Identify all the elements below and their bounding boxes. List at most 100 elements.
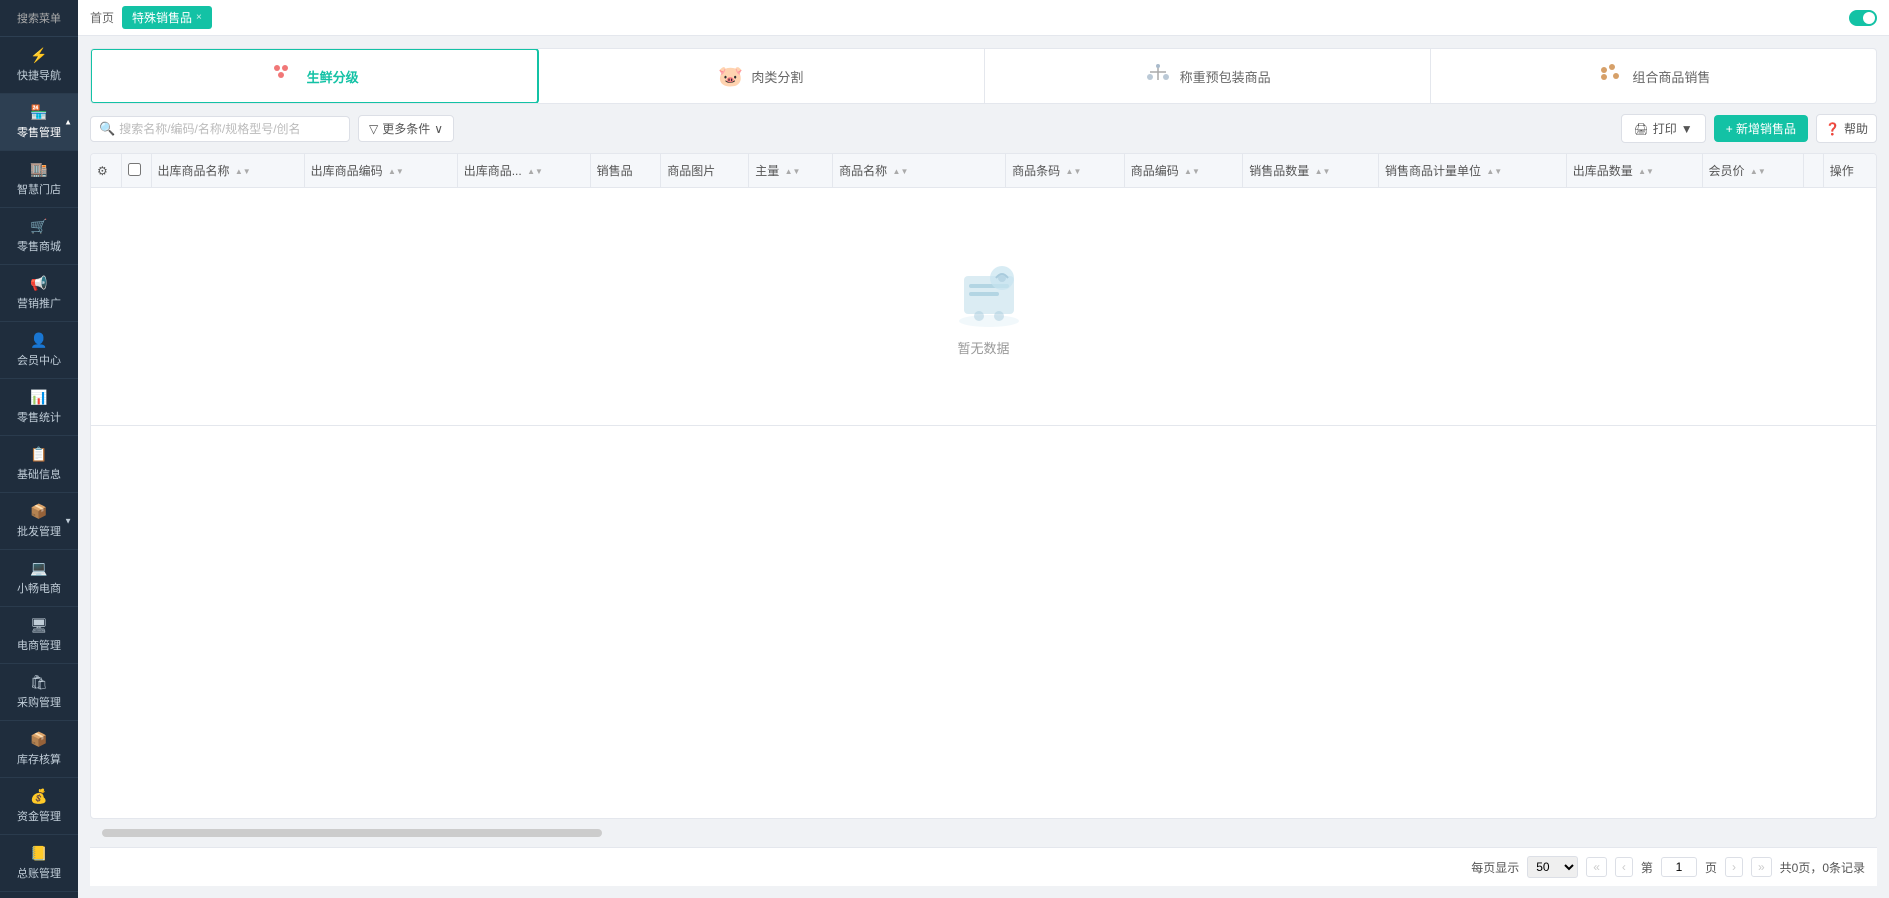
select-all-checkbox[interactable] bbox=[128, 163, 141, 176]
scrollbar-thumb[interactable] bbox=[102, 829, 602, 837]
sidebar-item-label: 基础信息 bbox=[17, 466, 61, 482]
th-sales-product[interactable]: 销售品 bbox=[590, 154, 661, 188]
per-page-select[interactable]: 50 10 20 100 bbox=[1527, 856, 1578, 878]
topbar-tab-label: 特殊销售品 bbox=[132, 9, 192, 26]
sidebar-item-inventory[interactable]: 📦 库存核算 bbox=[0, 721, 78, 778]
retail-mall-icon: 🛒 bbox=[30, 218, 47, 235]
tab-fresh-grade[interactable]: 生鲜分级 bbox=[90, 48, 539, 104]
sidebar-item-finance[interactable]: 💰 资金管理 bbox=[0, 778, 78, 835]
sidebar-item-label: 库存核算 bbox=[17, 751, 61, 767]
chevron-down-icon: ∨ bbox=[434, 122, 443, 136]
sidebar-item-wholesale[interactable]: 📦 批发管理 bbox=[0, 493, 78, 550]
th-main-weight[interactable]: 主量 ▲▼ bbox=[749, 154, 833, 188]
sidebar-item-label: 小畅电商 bbox=[17, 580, 61, 596]
toggle-switch[interactable] bbox=[1849, 10, 1877, 26]
tab-combo-sales[interactable]: 组合商品销售 bbox=[1431, 49, 1876, 103]
total-mgmt-icon: 📒 bbox=[30, 845, 47, 862]
th-product-name[interactable]: 商品名称 ▲▼ bbox=[833, 154, 1006, 188]
marketing-icon: 📢 bbox=[30, 275, 47, 292]
sidebar-item-label: 批发管理 bbox=[17, 523, 61, 539]
sidebar-item-label: 零售商城 bbox=[17, 238, 61, 254]
sidebar-item-smart-store[interactable]: 🏬 智慧门店 bbox=[0, 151, 78, 208]
sidebar-item-quick-nav[interactable]: ⚡ 快捷导航 bbox=[0, 37, 78, 94]
sidebar-item-retail-mall[interactable]: 🛒 零售商城 bbox=[0, 208, 78, 265]
empty-state-row: 暂无数据 bbox=[91, 188, 1876, 426]
fresh-grade-icon bbox=[271, 62, 299, 90]
tab-meat-cut[interactable]: 🐷 肉类分割 bbox=[538, 49, 984, 103]
page-number-input[interactable] bbox=[1661, 857, 1697, 877]
sort-arrows: ▲▼ bbox=[1315, 168, 1331, 176]
data-table-wrap: ⚙ 出库商品名称 ▲▼ 出库商品编码 ▲▼ bbox=[90, 153, 1877, 819]
sidebar-item-retail-mgmt[interactable]: 🏪 零售管理 bbox=[0, 94, 78, 151]
print-dropdown-icon: ▼ bbox=[1681, 122, 1693, 136]
th-out-product-code[interactable]: 出库商品编码 ▲▼ bbox=[304, 154, 457, 188]
filter-icon: ▽ bbox=[369, 122, 378, 136]
scale-icon bbox=[1144, 62, 1172, 90]
sidebar-item-members[interactable]: 👤 会员中心 bbox=[0, 322, 78, 379]
sidebar-item-purchase[interactable]: 🛍 采购管理 bbox=[0, 664, 78, 721]
sort-arrows: ▲▼ bbox=[1750, 168, 1766, 176]
search-icon: 🔍 bbox=[99, 121, 115, 137]
basic-info-icon: 📋 bbox=[30, 446, 47, 463]
sort-arrows: ▲▼ bbox=[527, 168, 543, 176]
th-blank bbox=[1803, 154, 1823, 188]
search-box[interactable]: 🔍 bbox=[90, 116, 350, 142]
topbar-tab[interactable]: 特殊销售品 × bbox=[122, 6, 212, 29]
next-page-btn[interactable]: › bbox=[1725, 857, 1743, 877]
close-icon[interactable]: × bbox=[196, 12, 202, 23]
sidebar-item-mini-ecom[interactable]: 💻 小畅电商 bbox=[0, 550, 78, 607]
meat-cut-label: 肉类分割 bbox=[751, 67, 803, 86]
th-out-product-x[interactable]: 出库商品... ▲▼ bbox=[457, 154, 590, 188]
sort-arrows: ▲▼ bbox=[235, 168, 251, 176]
toolbar-right: 🖨 打印 ▼ + 新增销售品 ❓ 帮助 bbox=[1621, 114, 1877, 143]
th-product-code2[interactable]: 商品编码 ▲▼ bbox=[1124, 154, 1243, 188]
th-member-price[interactable]: 会员价 ▲▼ bbox=[1702, 154, 1803, 188]
sidebar: 搜索菜单 ⚡ 快捷导航 🏪 零售管理 🏬 智慧门店 🛒 零售商城 📢 营销推广 … bbox=[0, 0, 78, 898]
retail-stats-icon: 📊 bbox=[30, 389, 47, 406]
print-button[interactable]: 🖨 打印 ▼ bbox=[1621, 114, 1706, 143]
category-tabs: 生鲜分级 🐷 肉类分割 称重预包装商品 bbox=[90, 48, 1877, 104]
pig-icon: 🐷 bbox=[718, 64, 743, 89]
first-page-btn[interactable]: « bbox=[1586, 857, 1607, 877]
empty-state-cell: 暂无数据 bbox=[91, 188, 1876, 426]
sidebar-item-label: 快捷导航 bbox=[17, 67, 61, 83]
th-product-barcode[interactable]: 商品条码 ▲▼ bbox=[1006, 154, 1125, 188]
sidebar-item-total-mgmt[interactable]: 📒 总账管理 bbox=[0, 835, 78, 892]
search-input[interactable] bbox=[119, 122, 339, 136]
th-out-product-name[interactable]: 出库商品名称 ▲▼ bbox=[151, 154, 304, 188]
sidebar-item-marketing[interactable]: 📢 营销推广 bbox=[0, 265, 78, 322]
last-page-btn[interactable]: » bbox=[1751, 857, 1772, 877]
wholesale-icon: 📦 bbox=[30, 503, 47, 520]
purchase-icon: 🛍 bbox=[30, 674, 48, 691]
sidebar-item-label: 智慧门店 bbox=[17, 181, 61, 197]
inventory-icon: 📦 bbox=[30, 731, 47, 748]
sidebar-item-invoice[interactable]: 🧾 发票管理 bbox=[0, 892, 78, 898]
page-label-post: 页 bbox=[1705, 859, 1717, 876]
smart-store-icon: 🏬 bbox=[30, 161, 47, 178]
new-button[interactable]: + 新增销售品 bbox=[1714, 115, 1808, 142]
sidebar-search[interactable]: 搜索菜单 bbox=[0, 0, 78, 37]
sidebar-item-retail-stats[interactable]: 📊 零售统计 bbox=[0, 379, 78, 436]
help-label: 帮助 bbox=[1844, 120, 1868, 137]
sidebar-item-basic-info[interactable]: 📋 基础信息 bbox=[0, 436, 78, 493]
ecom-mgmt-icon: 🖥 bbox=[30, 617, 48, 634]
help-button[interactable]: ❓ 帮助 bbox=[1816, 114, 1877, 143]
tab-weight-packed[interactable]: 称重预包装商品 bbox=[985, 49, 1431, 103]
th-settings[interactable]: ⚙ bbox=[91, 154, 121, 188]
th-sales-qty[interactable]: 销售品数量 ▲▼ bbox=[1243, 154, 1379, 188]
filter-button[interactable]: ▽ 更多条件 ∨ bbox=[358, 115, 454, 142]
sidebar-item-label: 营销推广 bbox=[17, 295, 61, 311]
th-checkbox[interactable] bbox=[121, 154, 151, 188]
th-product-image[interactable]: 商品图片 bbox=[661, 154, 749, 188]
th-sales-unit[interactable]: 销售商品计量单位 ▲▼ bbox=[1379, 154, 1567, 188]
topbar-home[interactable]: 首页 bbox=[90, 9, 114, 26]
help-icon: ❓ bbox=[1825, 122, 1840, 136]
th-out-qty[interactable]: 出库品数量 ▲▼ bbox=[1566, 154, 1702, 188]
horizontal-scrollbar[interactable] bbox=[102, 829, 1865, 837]
prev-page-btn[interactable]: ‹ bbox=[1615, 857, 1633, 877]
total-text: 共0页，0条记录 bbox=[1780, 859, 1865, 876]
sidebar-logo-text: 搜索菜单 bbox=[17, 13, 61, 25]
sidebar-item-label: 零售统计 bbox=[17, 409, 61, 425]
filter-label: 更多条件 bbox=[382, 120, 430, 137]
sidebar-item-ecom-mgmt[interactable]: 🖥 电商管理 bbox=[0, 607, 78, 664]
